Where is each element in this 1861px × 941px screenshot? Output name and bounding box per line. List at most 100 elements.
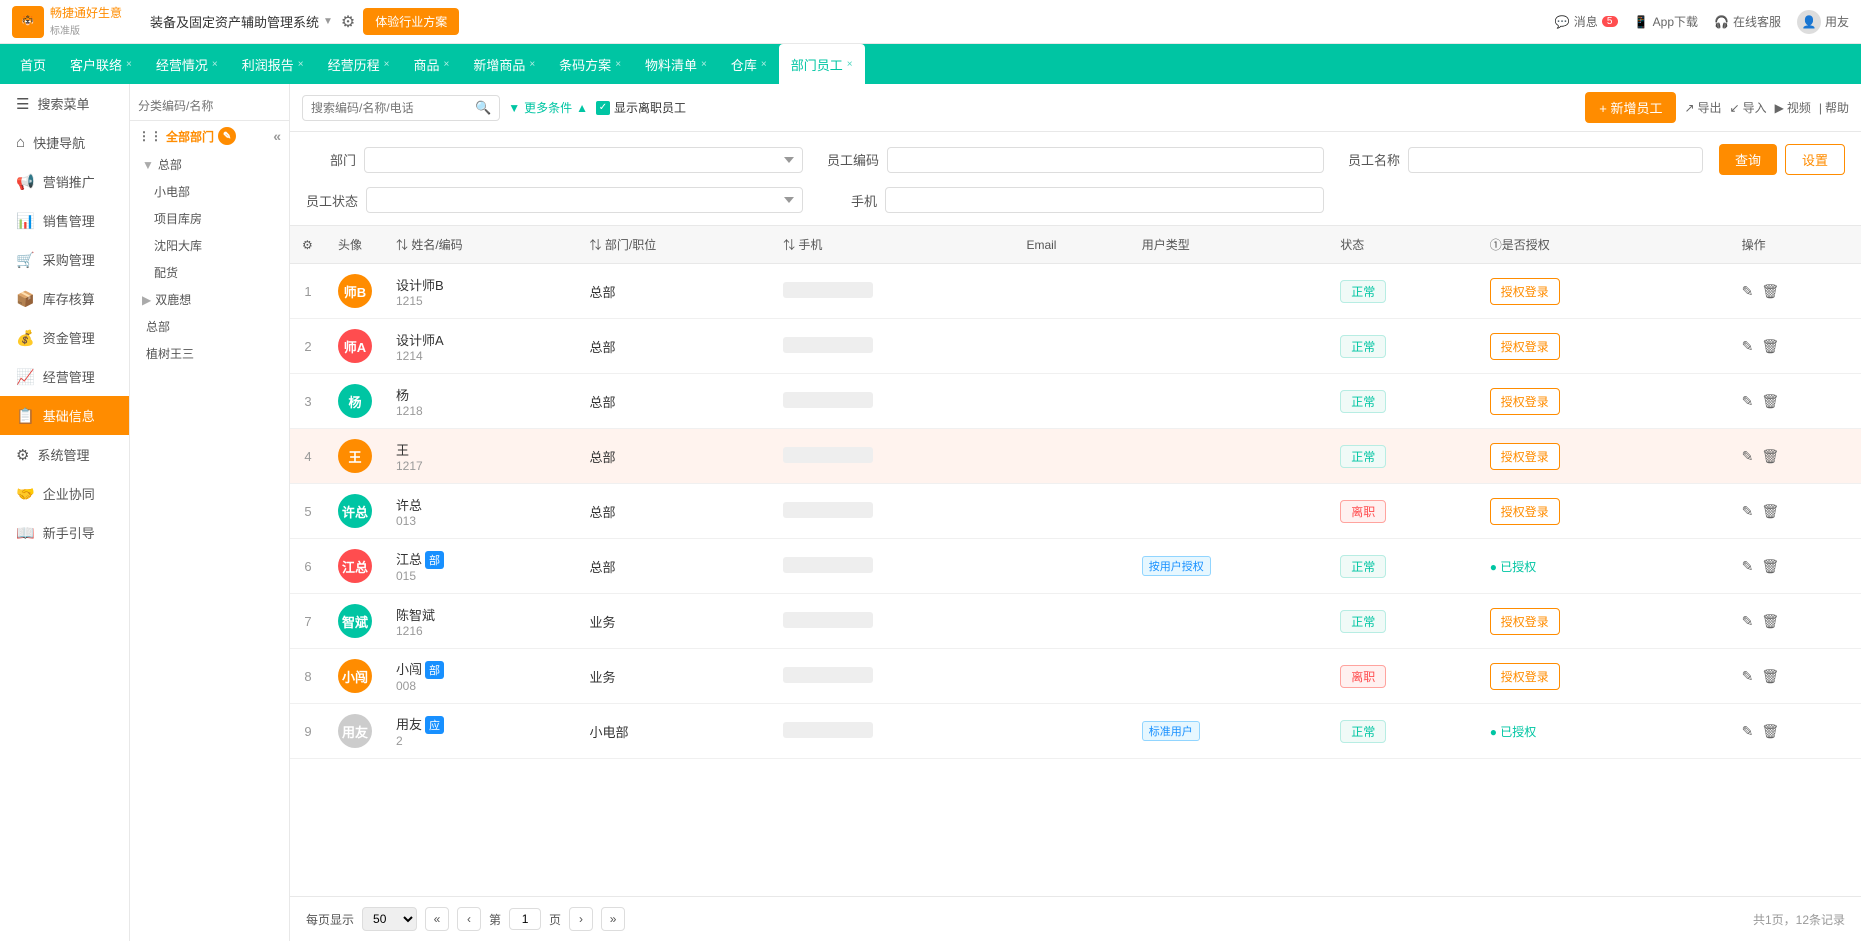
col-gear-icon[interactable]: ⚙ [302, 238, 313, 252]
user-menu[interactable]: 👤 用友 [1797, 10, 1849, 34]
first-page-button[interactable]: « [425, 907, 449, 931]
auth-login-button[interactable]: 授权登录 [1490, 333, 1560, 360]
close-icon[interactable]: × [212, 59, 218, 70]
name-filter-input[interactable] [1408, 147, 1703, 173]
video-button[interactable]: ▶ 视频 [1775, 99, 1811, 116]
nav-item-goods[interactable]: 商品 × [401, 44, 461, 84]
query-button[interactable]: 查询 [1719, 144, 1777, 175]
nav-item-profit[interactable]: 利润报告 × [230, 44, 316, 84]
all-dept-label[interactable]: 全部部门 [166, 128, 214, 145]
edit-button[interactable]: ✎ [1742, 558, 1754, 575]
nav-item-home[interactable]: 首页 [8, 44, 58, 84]
close-icon[interactable]: × [761, 59, 767, 70]
status-filter-select[interactable] [366, 187, 803, 213]
dept-collapse-button[interactable]: « [273, 128, 281, 144]
phone-filter-input[interactable] [885, 187, 1324, 213]
help-button[interactable]: | 帮助 [1819, 99, 1849, 116]
edit-button[interactable]: ✎ [1742, 668, 1754, 685]
delete-button[interactable]: 🗑 [1761, 283, 1779, 300]
auth-login-button[interactable]: 授权登录 [1490, 278, 1560, 305]
sidebar-item-guide[interactable]: 📖 新手引导 [0, 513, 129, 552]
dept-group-shuangluxiang-header[interactable]: ▶ 双鹿想 [130, 286, 289, 313]
prev-page-button[interactable]: ‹ [457, 907, 481, 931]
sidebar-item-quicknav[interactable]: ⌂ 快捷导航 [0, 123, 129, 162]
msg-button[interactable]: 💬 消息 5 [1555, 13, 1618, 30]
close-icon[interactable]: × [701, 59, 707, 70]
auth-login-button[interactable]: 授权登录 [1490, 608, 1560, 635]
delete-button[interactable]: 🗑 [1761, 668, 1779, 685]
show-resigned-toggle[interactable]: ✓ 显示离职员工 [596, 99, 686, 116]
more-filter-button[interactable]: ▼ 更多条件 ▲ [508, 99, 588, 116]
sidebar-item-business[interactable]: 📈 经营管理 [0, 357, 129, 396]
delete-button[interactable]: 🗑 [1761, 723, 1779, 740]
sidebar-item-inventory[interactable]: 📦 库存核算 [0, 279, 129, 318]
col-phone[interactable]: ⇅ 手机 [771, 226, 1014, 264]
close-icon[interactable]: × [615, 59, 621, 70]
dept-group-zonbu-header[interactable]: ▼ 总部 [130, 151, 289, 178]
service-button[interactable]: 🎧 在线客服 [1714, 13, 1781, 30]
sidebar-item-marketing[interactable]: 📢 营销推广 [0, 162, 129, 201]
auth-login-button[interactable]: 授权登录 [1490, 443, 1560, 470]
delete-button[interactable]: 🗑 [1761, 558, 1779, 575]
close-icon[interactable]: × [443, 59, 449, 70]
edit-button[interactable]: ✎ [1742, 723, 1754, 740]
dept-item-project[interactable]: 项目库房 [130, 205, 289, 232]
nav-item-customer[interactable]: 客户联络 × [58, 44, 144, 84]
next-page-button[interactable]: › [569, 907, 593, 931]
col-dept-pos[interactable]: ⇅ 部门/职位 [578, 226, 772, 264]
page-size-select[interactable]: 50 100 200 [362, 907, 417, 931]
edit-button[interactable]: ✎ [1742, 503, 1754, 520]
edit-button[interactable]: ✎ [1742, 338, 1754, 355]
dept-item-peihuo[interactable]: 配货 [130, 259, 289, 286]
last-page-button[interactable]: » [601, 907, 625, 931]
close-icon[interactable]: × [384, 59, 390, 70]
edit-button[interactable]: ✎ [1742, 448, 1754, 465]
sidebar-item-finance[interactable]: 💰 资金管理 [0, 318, 129, 357]
search-input[interactable] [311, 101, 471, 115]
code-filter-input[interactable] [887, 147, 1324, 173]
close-icon[interactable]: × [298, 59, 304, 70]
close-icon[interactable]: × [847, 59, 853, 70]
export-button[interactable]: ↗ 导出 [1684, 99, 1721, 116]
dept-filter-select[interactable] [364, 147, 803, 173]
close-icon[interactable]: × [126, 59, 132, 70]
sidebar-item-system[interactable]: ⚙ 系统管理 [0, 435, 129, 474]
edit-button[interactable]: ✎ [1742, 393, 1754, 410]
sidebar-item-search[interactable]: ☰ 搜索菜单 [0, 84, 129, 123]
sidebar-item-collab[interactable]: 🤝 企业协同 [0, 474, 129, 513]
sidebar-item-sales[interactable]: 📊 销售管理 [0, 201, 129, 240]
nav-item-bom[interactable]: 物料清单 × [633, 44, 719, 84]
app-download-button[interactable]: 📱 App下载 [1634, 13, 1698, 30]
sidebar-item-basic[interactable]: 📋 基础信息 [0, 396, 129, 435]
auth-login-button[interactable]: 授权登录 [1490, 663, 1560, 690]
edit-button[interactable]: ✎ [1742, 613, 1754, 630]
dept-item-shenyang[interactable]: 沈阳大库 [130, 232, 289, 259]
edit-button[interactable]: ✎ [1742, 283, 1754, 300]
dept-group-zongbu2-header[interactable]: 总部 [130, 313, 289, 340]
nav-item-barcode[interactable]: 条码方案 × [547, 44, 633, 84]
nav-item-add-goods[interactable]: 新增商品 × [461, 44, 547, 84]
delete-button[interactable]: 🗑 [1761, 613, 1779, 630]
delete-button[interactable]: 🗑 [1761, 338, 1779, 355]
page-number-input[interactable] [509, 908, 541, 930]
dept-edit-button[interactable]: ✎ [218, 127, 236, 145]
dept-group-zhishu-header[interactable]: 植树王三 [130, 340, 289, 367]
sidebar-item-purchase[interactable]: 🛒 采购管理 [0, 240, 129, 279]
trial-button[interactable]: 体验行业方案 [363, 8, 459, 35]
add-employee-button[interactable]: + 新增员工 [1585, 92, 1676, 123]
gear-button[interactable]: ⚙ [341, 12, 355, 32]
dept-item-xiaodianbu[interactable]: 小电部 [130, 178, 289, 205]
dept-search-input[interactable] [138, 99, 290, 113]
set-button[interactable]: 设置 [1785, 144, 1845, 175]
auth-login-button[interactable]: 授权登录 [1490, 388, 1560, 415]
col-name-code[interactable]: ⇅ 姓名/编码 [384, 226, 578, 264]
auth-login-button[interactable]: 授权登录 [1490, 498, 1560, 525]
search-icon[interactable]: 🔍 [475, 100, 491, 116]
close-icon[interactable]: × [529, 59, 535, 70]
delete-button[interactable]: 🗑 [1761, 448, 1779, 465]
delete-button[interactable]: 🗑 [1761, 503, 1779, 520]
import-button[interactable]: ↙ 导入 [1730, 99, 1767, 116]
nav-item-dept-staff[interactable]: 部门员工 × [779, 44, 865, 84]
nav-item-operation[interactable]: 经营情况 × [144, 44, 230, 84]
nav-item-history[interactable]: 经营历程 × [316, 44, 402, 84]
